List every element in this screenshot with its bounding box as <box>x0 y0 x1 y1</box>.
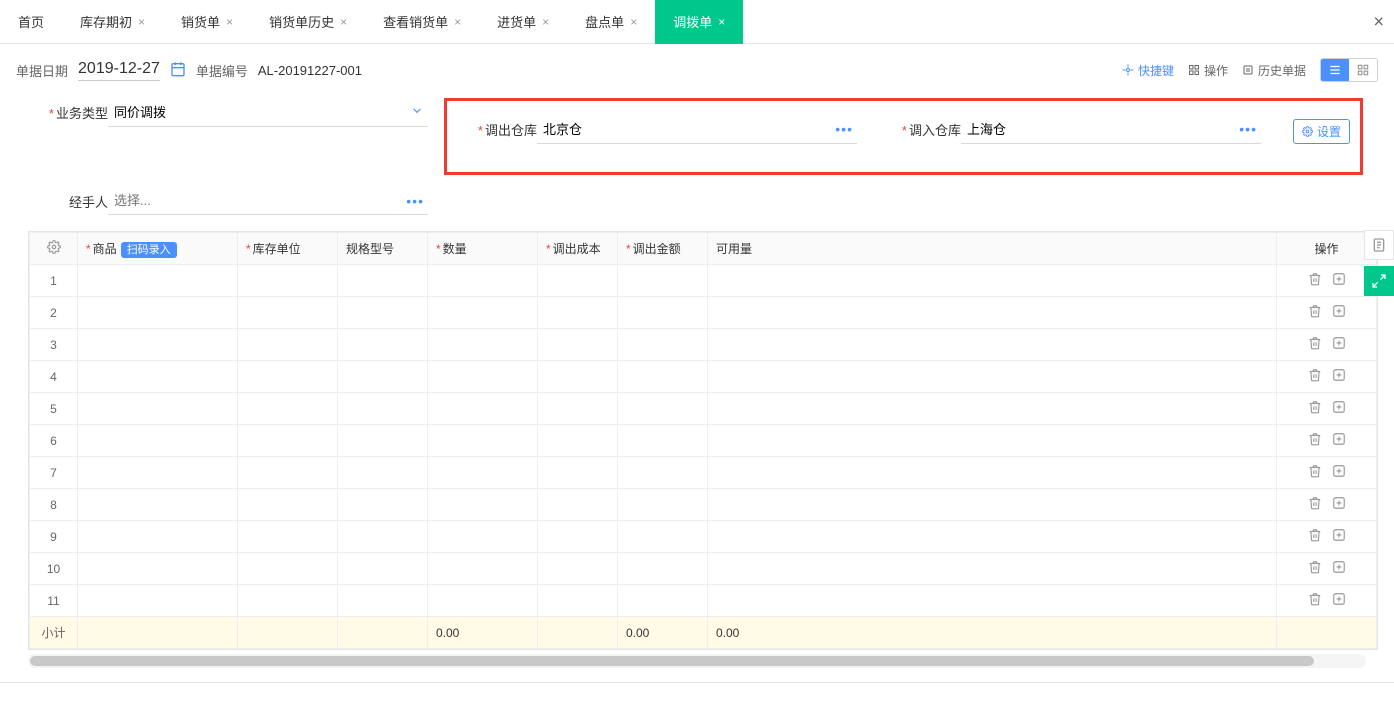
gear-icon[interactable] <box>47 243 61 257</box>
subtotal-row: 小计 0.00 0.00 0.00 <box>30 617 1377 649</box>
settings-button[interactable]: 设置 <box>1293 119 1350 144</box>
close-icon[interactable]: × <box>630 15 637 29</box>
delete-row-icon[interactable] <box>1308 304 1322 321</box>
tab-transfer[interactable]: 调拨单× <box>655 0 743 44</box>
add-row-icon[interactable] <box>1332 432 1346 449</box>
add-row-icon[interactable] <box>1332 336 1346 353</box>
add-row-icon[interactable] <box>1332 272 1346 289</box>
table-row[interactable]: 3 <box>30 329 1377 361</box>
delete-row-icon[interactable] <box>1308 592 1322 609</box>
operate-link[interactable]: 操作 <box>1188 62 1228 79</box>
close-icon[interactable]: × <box>454 15 461 29</box>
close-icon[interactable]: × <box>718 15 725 29</box>
add-row-icon[interactable] <box>1332 560 1346 577</box>
delete-row-icon[interactable] <box>1308 496 1322 513</box>
table-row[interactable]: 11 <box>30 585 1377 617</box>
out-warehouse-field: *调出仓库 ••• <box>457 115 857 144</box>
tab-home[interactable]: 首页 <box>0 0 62 44</box>
close-icon[interactable]: × <box>340 15 347 29</box>
table-row[interactable]: 8 <box>30 489 1377 521</box>
horizontal-scrollbar[interactable] <box>28 654 1366 668</box>
calendar-icon[interactable] <box>170 61 186 80</box>
add-row-icon[interactable] <box>1332 400 1346 417</box>
toolbar: 单据日期 2019-12-27 单据编号 AL-20191227-001 快捷键… <box>0 44 1394 92</box>
in-warehouse-select[interactable]: ••• <box>961 115 1261 144</box>
table-row[interactable]: 4 <box>30 361 1377 393</box>
highlighted-warehouse-section: *调出仓库 ••• *调入仓库 ••• 设置 <box>444 98 1363 175</box>
table-row[interactable]: 2 <box>30 297 1377 329</box>
delete-row-icon[interactable] <box>1308 464 1322 481</box>
doc-no-value: AL-20191227-001 <box>258 63 362 78</box>
handler-field: 经手人 ••• <box>28 187 428 215</box>
table-row[interactable]: 6 <box>30 425 1377 457</box>
in-warehouse-field: *调入仓库 ••• <box>881 115 1261 144</box>
handler-select[interactable]: ••• <box>108 187 428 215</box>
view-grid-button[interactable] <box>1349 59 1377 81</box>
tab-inventory-init[interactable]: 库存期初× <box>62 0 163 44</box>
table-row[interactable]: 1 <box>30 265 1377 297</box>
scan-entry-button[interactable]: 扫码录入 <box>121 242 177 258</box>
history-link[interactable]: 历史单据 <box>1242 62 1306 79</box>
biz-type-select[interactable] <box>108 98 428 127</box>
add-row-icon[interactable] <box>1332 304 1346 321</box>
more-icon[interactable]: ••• <box>1239 121 1257 137</box>
tab-stocktake[interactable]: 盘点单× <box>567 0 655 44</box>
close-icon[interactable]: × <box>542 15 549 29</box>
delete-row-icon[interactable] <box>1308 336 1322 353</box>
more-icon[interactable]: ••• <box>835 121 853 137</box>
line-items-table: *商品扫码录入 *库存单位 规格型号 *数量 *调出成本 *调出金额 可用量 操… <box>28 231 1378 650</box>
add-row-icon[interactable] <box>1332 496 1346 513</box>
delete-row-icon[interactable] <box>1308 432 1322 449</box>
more-icon[interactable]: ••• <box>406 193 424 209</box>
shortcut-link[interactable]: 快捷键 <box>1122 62 1174 79</box>
table-row[interactable]: 5 <box>30 393 1377 425</box>
add-row-icon[interactable] <box>1332 464 1346 481</box>
close-icon[interactable]: × <box>138 15 145 29</box>
biz-type-field: *业务类型 <box>28 98 428 127</box>
delete-row-icon[interactable] <box>1308 560 1322 577</box>
side-notes-button[interactable] <box>1364 230 1394 260</box>
tab-sales-history[interactable]: 销货单历史× <box>251 0 365 44</box>
add-row-icon[interactable] <box>1332 592 1346 609</box>
delete-row-icon[interactable] <box>1308 400 1322 417</box>
tab-view-sales[interactable]: 查看销货单× <box>365 0 479 44</box>
doc-no-label: 单据编号 <box>196 61 248 80</box>
view-list-button[interactable] <box>1321 59 1349 81</box>
tab-sales-order[interactable]: 销货单× <box>163 0 251 44</box>
close-all-icon[interactable]: × <box>1373 11 1384 32</box>
table-row[interactable]: 7 <box>30 457 1377 489</box>
add-row-icon[interactable] <box>1332 368 1346 385</box>
date-label: 单据日期 <box>16 61 68 80</box>
table-row[interactable]: 9 <box>30 521 1377 553</box>
view-toggle <box>1320 58 1378 82</box>
chevron-down-icon[interactable] <box>410 104 424 121</box>
add-row-icon[interactable] <box>1332 528 1346 545</box>
delete-row-icon[interactable] <box>1308 528 1322 545</box>
tab-bar: 首页 库存期初× 销货单× 销货单历史× 查看销货单× 进货单× 盘点单× 调拨… <box>0 0 1394 44</box>
delete-row-icon[interactable] <box>1308 368 1322 385</box>
tab-purchase[interactable]: 进货单× <box>479 0 567 44</box>
close-icon[interactable]: × <box>226 15 233 29</box>
delete-row-icon[interactable] <box>1308 272 1322 289</box>
side-expand-button[interactable] <box>1364 266 1394 296</box>
table-row[interactable]: 10 <box>30 553 1377 585</box>
date-value[interactable]: 2019-12-27 <box>78 60 160 81</box>
out-warehouse-select[interactable]: ••• <box>537 115 857 144</box>
